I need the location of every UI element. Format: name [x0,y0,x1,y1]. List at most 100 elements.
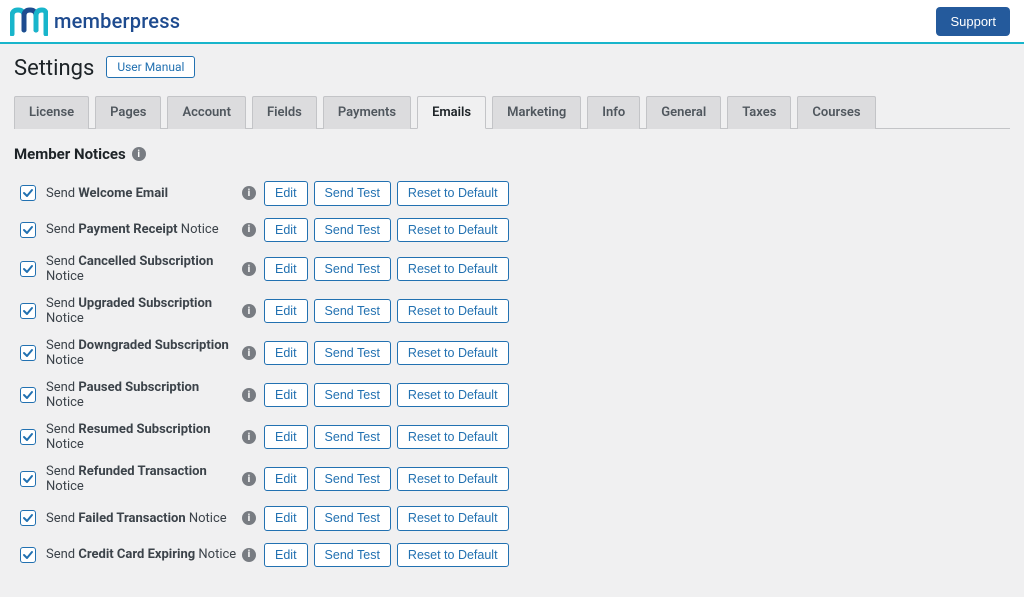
notice-actions: EditSend TestReset to Default [264,299,509,324]
notice-row: Send Upgraded Subscription Notice i EditSe… [14,290,1010,332]
notice-list: Send Welcome EmailiEditSend TestReset to… [14,175,1010,573]
edit-button[interactable]: Edit [264,467,308,492]
notice-checkbox[interactable] [20,222,36,238]
notice-checkbox[interactable] [20,261,36,277]
notice-label: Send Payment Receipt Notice [46,222,219,237]
info-icon[interactable]: i [242,186,256,200]
notice-checkbox[interactable] [20,345,36,361]
reset-button[interactable]: Reset to Default [397,383,509,408]
notice-info-col: i [238,304,264,318]
notice-checkbox[interactable] [20,547,36,563]
notice-label-suffix: Notice [178,222,219,237]
tab-emails[interactable]: Emails [417,96,486,129]
info-icon[interactable]: i [242,346,256,360]
edit-button[interactable]: Edit [264,506,308,531]
notice-label-col: Send Credit Card Expiring Notice [14,547,238,563]
memberpress-logo-icon [10,6,48,36]
send-test-button[interactable]: Send Test [314,506,391,531]
reset-button[interactable]: Reset to Default [397,467,509,492]
logo: memberpress [10,6,180,36]
user-manual-button[interactable]: User Manual [106,56,195,78]
send-test-button[interactable]: Send Test [314,467,391,492]
notice-label-suffix: Notice [186,511,227,526]
notice-checkbox[interactable] [20,185,36,201]
tab-info[interactable]: Info [587,96,640,129]
info-icon[interactable]: i [132,147,146,161]
info-icon[interactable]: i [242,472,256,486]
notice-row: Send Resumed Subscription Notice i EditSen… [14,416,1010,458]
tab-payments[interactable]: Payments [323,96,411,129]
tabs: LicensePagesAccountFieldsPaymentsEmailsM… [14,95,1010,129]
edit-button[interactable]: Edit [264,383,308,408]
edit-button[interactable]: Edit [264,257,308,282]
info-icon[interactable]: i [242,262,256,276]
edit-button[interactable]: Edit [264,218,308,243]
notice-label: Send Credit Card Expiring Notice [46,547,236,562]
notice-actions: EditSend TestReset to Default [264,257,509,282]
edit-button[interactable]: Edit [264,299,308,324]
info-icon[interactable]: i [242,548,256,562]
reset-button[interactable]: Reset to Default [397,425,509,450]
notice-label-prefix: Send [46,296,78,311]
notice-label-prefix: Send [46,511,78,526]
info-icon[interactable]: i [242,511,256,525]
notice-label-bold: Upgraded Subscription [78,296,212,311]
info-icon[interactable]: i [242,388,256,402]
notice-actions: EditSend TestReset to Default [264,383,509,408]
notice-label-bold: Resumed Subscription [78,422,210,437]
notice-label-col: Send Resumed Subscription Notice [14,422,238,452]
send-test-button[interactable]: Send Test [314,257,391,282]
tab-marketing[interactable]: Marketing [492,96,581,129]
send-test-button[interactable]: Send Test [314,218,391,243]
notice-checkbox[interactable] [20,303,36,319]
reset-button[interactable]: Reset to Default [397,341,509,366]
support-button[interactable]: Support [936,7,1010,36]
notice-actions: EditSend TestReset to Default [264,467,509,492]
notice-label-suffix: Notice [46,437,84,452]
edit-button[interactable]: Edit [264,181,308,206]
send-test-button[interactable]: Send Test [314,299,391,324]
info-icon[interactable]: i [242,304,256,318]
tab-taxes[interactable]: Taxes [727,96,791,129]
reset-button[interactable]: Reset to Default [397,218,509,243]
notice-actions: EditSend TestReset to Default [264,543,509,568]
notice-info-col: i [238,262,264,276]
info-icon[interactable]: i [242,430,256,444]
notice-checkbox[interactable] [20,510,36,526]
notice-checkbox[interactable] [20,387,36,403]
reset-button[interactable]: Reset to Default [397,299,509,324]
send-test-button[interactable]: Send Test [314,383,391,408]
edit-button[interactable]: Edit [264,543,308,568]
reset-button[interactable]: Reset to Default [397,506,509,531]
tab-general[interactable]: General [646,96,721,129]
tab-courses[interactable]: Courses [797,96,875,129]
notice-checkbox[interactable] [20,429,36,445]
edit-button[interactable]: Edit [264,425,308,450]
info-icon[interactable]: i [242,223,256,237]
send-test-button[interactable]: Send Test [314,543,391,568]
notice-label: Send Downgraded Subscription Notice [46,338,238,368]
notice-row: Send Paused Subscription Notice i EditSend… [14,374,1010,416]
send-test-button[interactable]: Send Test [314,425,391,450]
notice-label-suffix: Notice [46,311,84,326]
notice-row: Send Refunded Transaction Notice i EditSen… [14,458,1010,500]
notice-info-col: i [238,388,264,402]
notice-info-col: i [238,511,264,525]
notice-info-col: i [238,346,264,360]
tab-license[interactable]: License [14,96,89,129]
notice-label: Send Paused Subscription Notice [46,380,238,410]
reset-button[interactable]: Reset to Default [397,181,509,206]
reset-button[interactable]: Reset to Default [397,257,509,282]
notice-row: Send Downgraded Subscription Notice i Edit… [14,332,1010,374]
notice-label-col: Send Refunded Transaction Notice [14,464,238,494]
notice-checkbox[interactable] [20,471,36,487]
reset-button[interactable]: Reset to Default [397,543,509,568]
tab-pages[interactable]: Pages [95,96,161,129]
notice-label-col: Send Welcome Email [14,185,238,201]
tab-fields[interactable]: Fields [252,96,317,129]
edit-button[interactable]: Edit [264,341,308,366]
send-test-button[interactable]: Send Test [314,181,391,206]
tab-account[interactable]: Account [167,96,245,129]
notice-label-suffix: Notice [195,547,236,562]
send-test-button[interactable]: Send Test [314,341,391,366]
